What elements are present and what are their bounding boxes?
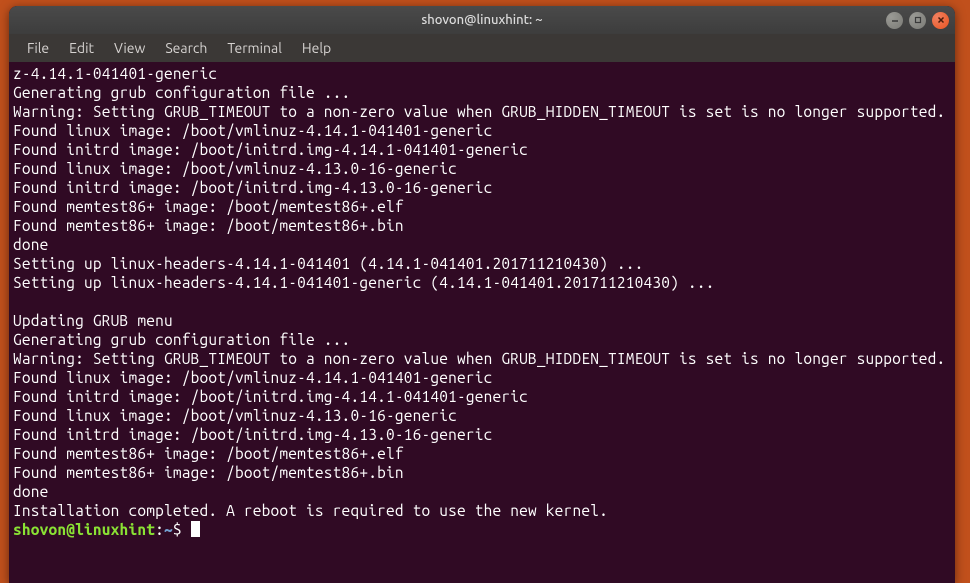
terminal-line: Found memtest86+ image: /boot/memtest86+… xyxy=(13,198,404,215)
prompt-dollar: $ xyxy=(173,521,182,538)
terminal-line: done xyxy=(13,483,49,500)
terminal-line: Found initrd image: /boot/initrd.img-4.1… xyxy=(13,141,528,158)
terminal-window: shovon@linuxhint: ~ File Edit View Searc… xyxy=(9,6,955,583)
window-titlebar[interactable]: shovon@linuxhint: ~ xyxy=(9,6,955,34)
terminal-line: Warning: Setting GRUB_TIMEOUT to a non-z… xyxy=(13,350,945,367)
prompt-colon: : xyxy=(155,521,164,538)
minimize-button[interactable] xyxy=(886,12,903,29)
terminal-output[interactable]: z-4.14.1-041401-generic Generating grub … xyxy=(9,62,955,541)
terminal-line: Setting up linux-headers-4.14.1-041401 (… xyxy=(13,255,643,272)
menubar: File Edit View Search Terminal Help xyxy=(9,34,955,62)
terminal-line: Found initrd image: /boot/initrd.img-4.1… xyxy=(13,388,528,405)
terminal-line: z-4.14.1-041401-generic xyxy=(13,65,217,82)
maximize-icon xyxy=(914,16,922,24)
menu-terminal[interactable]: Terminal xyxy=(217,36,292,60)
terminal-line: done xyxy=(13,236,49,253)
terminal-line: Found memtest86+ image: /boot/memtest86+… xyxy=(13,217,404,234)
minimize-icon xyxy=(891,16,899,24)
prompt-path: ~ xyxy=(164,521,173,538)
close-button[interactable] xyxy=(932,12,949,29)
terminal-line: Found linux image: /boot/vmlinuz-4.14.1-… xyxy=(13,122,493,139)
terminal-line: Found initrd image: /boot/initrd.img-4.1… xyxy=(13,426,493,443)
maximize-button[interactable] xyxy=(909,12,926,29)
terminal-line: Generating grub configuration file ... xyxy=(13,331,350,348)
terminal-line: Installation completed. A reboot is requ… xyxy=(13,502,608,519)
terminal-line: Found memtest86+ image: /boot/memtest86+… xyxy=(13,464,404,481)
terminal-line: Found initrd image: /boot/initrd.img-4.1… xyxy=(13,179,493,196)
menu-search[interactable]: Search xyxy=(155,36,217,60)
menu-file[interactable]: File xyxy=(17,36,59,60)
terminal-line: Found memtest86+ image: /boot/memtest86+… xyxy=(13,445,404,462)
terminal-line: Warning: Setting GRUB_TIMEOUT to a non-z… xyxy=(13,103,945,120)
cursor-block xyxy=(191,521,200,537)
terminal-line: Found linux image: /boot/vmlinuz-4.13.0-… xyxy=(13,407,457,424)
window-title: shovon@linuxhint: ~ xyxy=(421,13,542,27)
window-controls xyxy=(886,12,949,29)
prompt-user: shovon@linuxhint xyxy=(13,521,155,538)
terminal-line: Generating grub configuration file ... xyxy=(13,84,350,101)
terminal-line: Updating GRUB menu xyxy=(13,312,173,329)
terminal-line: Found linux image: /boot/vmlinuz-4.14.1-… xyxy=(13,369,493,386)
menu-view[interactable]: View xyxy=(104,36,155,60)
close-icon xyxy=(937,16,945,24)
terminal-line: Setting up linux-headers-4.14.1-041401-g… xyxy=(13,274,715,291)
terminal-line: Found linux image: /boot/vmlinuz-4.13.0-… xyxy=(13,160,457,177)
menu-help[interactable]: Help xyxy=(292,36,341,60)
menu-edit[interactable]: Edit xyxy=(59,36,104,60)
